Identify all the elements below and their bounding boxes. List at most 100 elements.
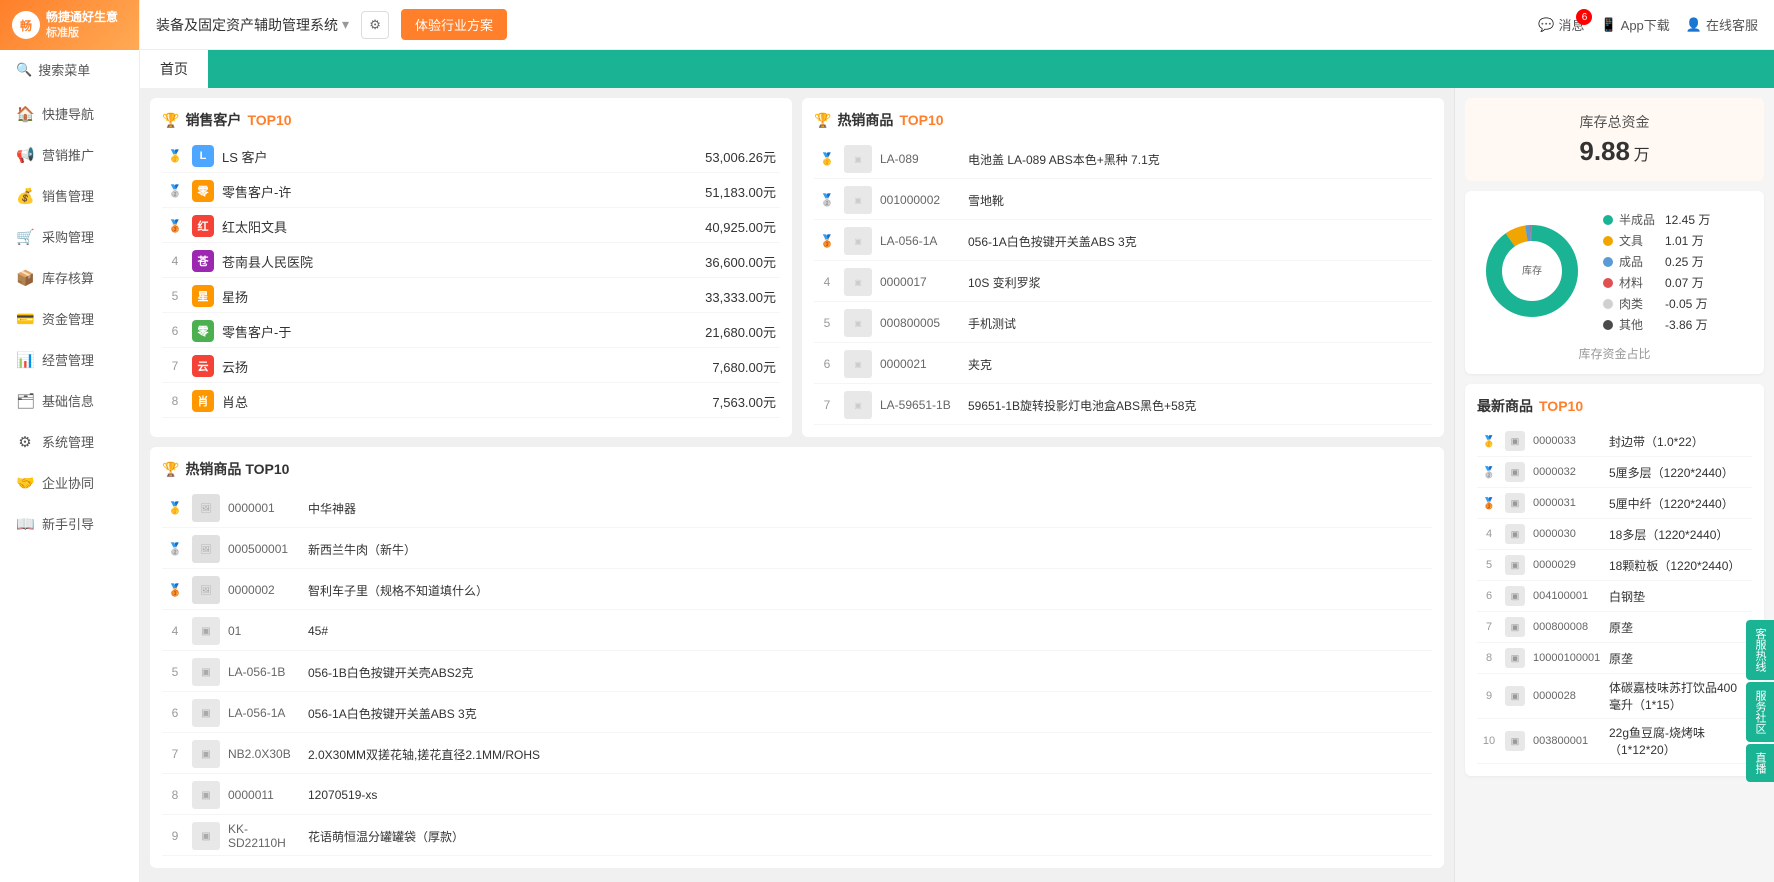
- product-code: LA-59651-1B: [880, 398, 960, 412]
- sidebar-logo: 畅 畅捷通好生意 标准版: [0, 0, 139, 50]
- rank-number: 5: [1481, 559, 1497, 571]
- settings-button[interactable]: ⚙: [361, 11, 389, 39]
- legend-dot: [1603, 320, 1613, 330]
- legend-item: 材料 0.07 万: [1603, 274, 1710, 291]
- product-name: 056-1A白色按键开关盖ABS 3克: [308, 705, 1428, 722]
- sidebar-item-finance[interactable]: 💳 资金管理: [0, 298, 139, 339]
- sidebar-item-inventory[interactable]: 📦 库存核算: [0, 257, 139, 298]
- sold-product-rank-item: 7▣ LA-59651-1B 59651-1B旋转投影灯电池盒ABS黑色+58克: [814, 386, 1432, 425]
- inventory-legend: 半成品 12.45 万 文具 1.01 万 成品 0.25 万 材料 0.07 …: [1603, 211, 1710, 333]
- float-live-btn[interactable]: 直播: [1746, 744, 1774, 782]
- tab-home[interactable]: 首页: [140, 50, 208, 88]
- sidebar-item-base-info[interactable]: 🗂 基础信息: [0, 380, 139, 421]
- trial-button[interactable]: 体验行业方案: [401, 9, 507, 40]
- rank-number: 7: [166, 359, 184, 373]
- message-button[interactable]: 💬 消息 6: [1538, 15, 1584, 34]
- system-selector[interactable]: 装备及固定资产辅助管理系统 ▾: [156, 15, 349, 35]
- product-thumb-placeholder: ▣: [192, 781, 220, 809]
- rank-medal: 🥈: [166, 184, 184, 198]
- product-name: 新西兰牛肉（新牛）: [308, 541, 1428, 558]
- product-thumb-placeholder: ▣: [192, 699, 220, 727]
- customer-rank-item: 7云 云扬 7,680.00元: [162, 350, 780, 383]
- product-name: 中华神器: [308, 500, 1428, 517]
- rank-number: 5: [166, 665, 184, 679]
- app-download-button[interactable]: 📱 App下载: [1600, 15, 1669, 34]
- customer-rank-item: 🥇L LS 客户 53,006.26元: [162, 140, 780, 173]
- product-icon: ▣: [1505, 731, 1525, 751]
- product-code: 0000017: [880, 275, 960, 289]
- sidebar-item-sales[interactable]: 💰 销售管理: [0, 175, 139, 216]
- product-name: 原垄: [1609, 619, 1748, 636]
- legend-value: -0.05 万: [1665, 295, 1708, 312]
- sold-product-rank-item: 🥈▣ 001000002 雪地靴: [814, 181, 1432, 220]
- top-lists: 🏆 销售客户 TOP10 🥇L LS 客户 53,006.26元🥈零 零售客户-…: [150, 98, 1444, 437]
- legend-item: 其他 -3.86 万: [1603, 316, 1710, 333]
- product-name: 10S 变利罗浆: [968, 274, 1428, 291]
- customer-value: 36,600.00元: [705, 252, 776, 271]
- customer-name: 肖总: [222, 392, 704, 411]
- main-area: 装备及固定资产辅助管理系统 ▾ ⚙ 体验行业方案 💬 消息 6 📱 App下载 …: [140, 0, 1774, 882]
- operations-icon: 📊: [16, 351, 34, 369]
- purchase-icon: 🛒: [16, 228, 34, 246]
- sidebar-item-collab[interactable]: 🤝 企业协同: [0, 462, 139, 503]
- sidebar-item-system[interactable]: ⚙ 系统管理: [0, 421, 139, 462]
- header-actions: 💬 消息 6 📱 App下载 👤 在线客服: [1538, 15, 1758, 34]
- newest-product-item: 8▣ 10000100001 原垄: [1477, 643, 1752, 674]
- sidebar-item-quick-nav[interactable]: 🏠 快捷导航: [0, 93, 139, 134]
- product-code: 0000032: [1533, 466, 1601, 478]
- customer-rank-item: 🥈零 零售客户-许 51,183.00元: [162, 175, 780, 208]
- sidebar-item-marketing[interactable]: 📢 营销推广: [0, 134, 139, 175]
- product-thumb: ▣: [844, 268, 872, 296]
- product-code: 01: [228, 624, 300, 638]
- rank-number: 4: [166, 254, 184, 268]
- float-service-btn[interactable]: 客服热线: [1746, 620, 1774, 680]
- search-menu[interactable]: 🔍 搜索菜单: [0, 50, 139, 89]
- rank-number: 6: [166, 706, 184, 720]
- product-icon: ▣: [1505, 586, 1525, 606]
- top-customers-card: 🏆 销售客户 TOP10 🥇L LS 客户 53,006.26元🥈零 零售客户-…: [150, 98, 792, 437]
- top-sold-list: 🥇▣ LA-089 电池盖 LA-089 ABS本色+黑种 7.1克🥈▣ 001…: [814, 140, 1432, 425]
- sold-product-rank-item: 🥉▣ LA-056-1A 056-1A白色按键开关盖ABS 3克: [814, 222, 1432, 261]
- product-name: 056-1A白色按键开关盖ABS 3克: [968, 233, 1428, 250]
- product-icon: ▣: [1505, 555, 1525, 575]
- logo-icon: 畅: [12, 11, 40, 39]
- product-icon: ▣: [1505, 431, 1525, 451]
- newest-product-item: 9▣ 0000028 体碳嘉枝味苏打饮品400毫升（1*15）: [1477, 674, 1752, 719]
- customer-avatar: 零: [192, 180, 214, 202]
- customer-value: 33,333.00元: [705, 287, 776, 306]
- legend-dot: [1603, 236, 1613, 246]
- quick-nav-icon: 🏠: [16, 105, 34, 123]
- rank-number: 7: [166, 747, 184, 761]
- product-name: 手机测试: [968, 315, 1428, 332]
- float-community-btn[interactable]: 服务社区: [1746, 682, 1774, 742]
- nav-tabs: 首页: [140, 50, 1774, 88]
- sidebar-item-label: 快捷导航: [42, 104, 94, 123]
- sidebar-item-operations[interactable]: 📊 经营管理: [0, 339, 139, 380]
- rank-number: 8: [166, 394, 184, 408]
- product-code: 0000030: [1533, 528, 1601, 540]
- rank-medal: 🥇: [166, 149, 184, 163]
- hot-product-item: 🥈🖼000500001 新西兰牛肉（新牛）: [162, 530, 1432, 569]
- rank-number: 6: [1481, 590, 1497, 602]
- customer-name: 零售客户-于: [222, 322, 697, 341]
- sidebar-item-label: 资金管理: [42, 309, 94, 328]
- guide-icon: 📖: [16, 515, 34, 533]
- newest-products-list: 🥇▣ 0000033 封边带（1.0*22）🥈▣ 0000032 5厘多层（12…: [1477, 426, 1752, 764]
- collab-icon: 🤝: [16, 474, 34, 492]
- rank-medal: 🥉: [166, 583, 184, 597]
- rank-medal: 🥇: [166, 501, 184, 515]
- legend-item: 文具 1.01 万: [1603, 232, 1710, 249]
- hot-products-list: 🥇🖼0000001 中华神器🥈🖼000500001 新西兰牛肉（新牛）🥉🖼000…: [162, 489, 1432, 856]
- legend-value: 1.01 万: [1665, 232, 1704, 249]
- right-panel: 库存总资金 9.88 万: [1454, 88, 1774, 882]
- product-name: 45#: [308, 624, 1428, 638]
- sidebar-item-label: 采购管理: [42, 227, 94, 246]
- sidebar: 畅 畅捷通好生意 标准版 🔍 搜索菜单 🏠 快捷导航 📢 营销推广 💰 销售管理…: [0, 0, 140, 882]
- online-service-button[interactable]: 👤 在线客服: [1686, 15, 1758, 34]
- sold-product-rank-item: 4▣ 0000017 10S 变利罗浆: [814, 263, 1432, 302]
- product-icon: ▣: [1505, 617, 1525, 637]
- sidebar-item-guide[interactable]: 📖 新手引导: [0, 503, 139, 544]
- inventory-unit: 万: [1634, 147, 1650, 164]
- sidebar-item-purchase[interactable]: 🛒 采购管理: [0, 216, 139, 257]
- product-thumb-img: 🖼: [192, 576, 220, 604]
